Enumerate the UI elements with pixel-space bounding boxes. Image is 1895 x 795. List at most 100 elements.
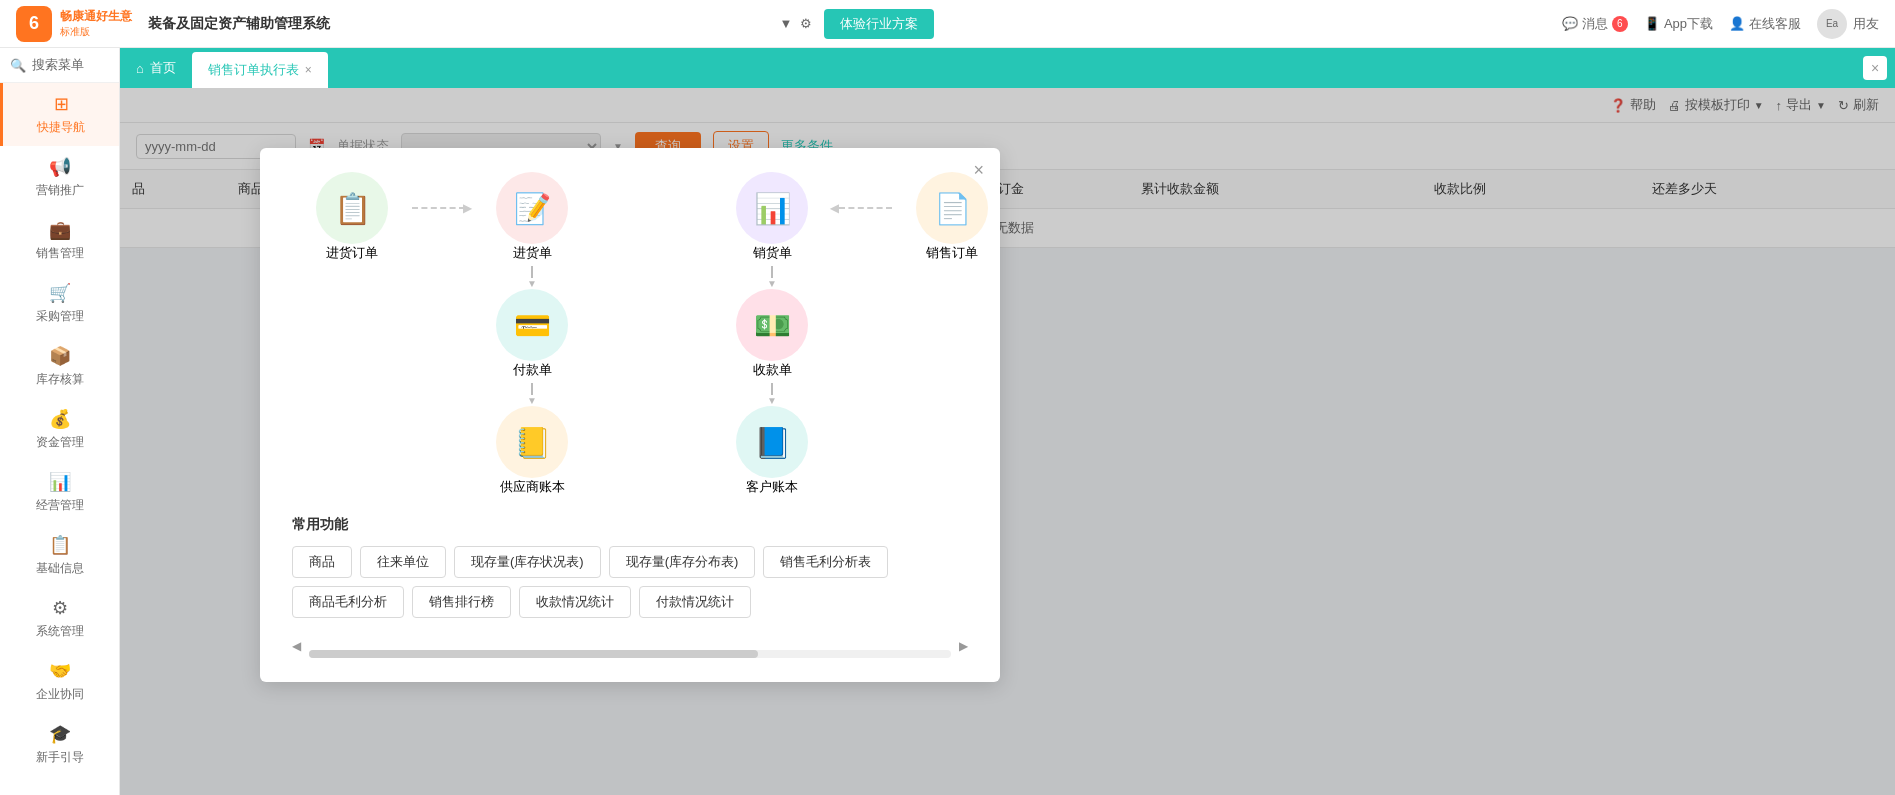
payment-bill-icon: 💳 [496, 289, 568, 361]
function-btn[interactable]: 销售排行榜 [412, 586, 511, 618]
function-btn[interactable]: 付款情况统计 [639, 586, 751, 618]
service-icon: 👤 [1729, 16, 1745, 31]
label-receipt-bill: 收款单 [712, 361, 832, 379]
purchase-order-label: 进货订单 [326, 245, 378, 260]
label-purchase-order: 进货订单 [292, 244, 412, 262]
sidebar-search[interactable]: 🔍 搜索菜单 [0, 48, 119, 83]
user-initial: Ea [1826, 18, 1838, 29]
nav-label-sales: 销售管理 [36, 245, 84, 262]
flow-row-1: 📋 ▶ 📝 [292, 172, 1012, 244]
sales-bill-label: 销货单 [753, 245, 792, 260]
supplier-ledger-node: 📒 [472, 406, 592, 478]
v-line-1 [531, 266, 533, 278]
nav-icon-purchase: 🛒 [49, 282, 71, 304]
system-title-dropdown[interactable]: ▼ [780, 16, 793, 31]
functions-title: 常用功能 [292, 516, 968, 534]
sidebar-item-sales[interactable]: 💼 销售管理 [0, 209, 119, 272]
nav-icon-finance: 💰 [49, 408, 71, 430]
flow-row-3: 📒 📘 [292, 406, 832, 478]
label-sales-bill: 销货单 [712, 244, 832, 262]
label-payment-bill: 付款单 [472, 361, 592, 379]
nav-label-basic-info: 基础信息 [36, 560, 84, 577]
sidebar-item-quick-nav[interactable]: ⊞ 快捷导航 [0, 83, 119, 146]
scroll-left-btn[interactable]: ◀ [292, 639, 301, 653]
brand-icon: 6 [16, 6, 52, 42]
flow-labels-1: 进货订单 进货单 销货单 销售订单 [292, 244, 1012, 262]
function-btn[interactable]: 往来单位 [360, 546, 446, 578]
tab-home[interactable]: ⌂ 首页 [120, 48, 192, 88]
nav-label-operations: 经营管理 [36, 497, 84, 514]
nav-icon-sales: 💼 [49, 219, 71, 241]
sidebar-item-system[interactable]: ⚙ 系统管理 [0, 587, 119, 650]
function-btn[interactable]: 现存量(库存状况表) [454, 546, 601, 578]
function-btn[interactable]: 现存量(库存分布表) [609, 546, 756, 578]
purchase-order-node: 📋 [292, 172, 412, 244]
close-all-icon: × [1871, 60, 1879, 76]
settings-icon[interactable]: ⚙ [800, 16, 812, 31]
v-line-3 [531, 383, 533, 395]
supplier-ledger-label: 供应商账本 [500, 479, 565, 494]
function-btn[interactable]: 收款情况统计 [519, 586, 631, 618]
nav-label-system: 系统管理 [36, 623, 84, 640]
sidebar-item-inventory[interactable]: 📦库存核算 [0, 335, 119, 398]
message-badge: 6 [1612, 16, 1628, 32]
nav-label-inventory: 库存核算 [36, 371, 84, 388]
brand-logo: 6 畅康通好生意 标准版 [16, 6, 132, 42]
online-service-btn[interactable]: 👤 在线客服 [1729, 15, 1801, 33]
brand-text: 畅康通好生意 标准版 [60, 8, 132, 39]
nav-icon-system: ⚙ [52, 597, 68, 619]
flow-labels-2: 付款单 收款单 [292, 361, 832, 379]
sidebar-item-newbie[interactable]: 🎓新手引导 [0, 713, 119, 776]
message-btn[interactable]: 💬 消息 6 [1562, 15, 1628, 33]
sidebar-item-basic-info[interactable]: 📋 基础信息 [0, 524, 119, 587]
sidebar-item-finance[interactable]: 💰 资金管理 [0, 398, 119, 461]
app-download-btn[interactable]: 📱 App下载 [1644, 15, 1713, 33]
sidebar-item-purchase[interactable]: 🛒采购管理 [0, 272, 119, 335]
sales-order-node: 📄 [892, 172, 1012, 244]
tab-close-icon[interactable]: × [305, 63, 312, 77]
flow-labels-3: 供应商账本 客户账本 [292, 478, 832, 496]
nav-label-quick-nav: 快捷导航 [37, 119, 85, 136]
sidebar-item-enterprise[interactable]: 🤝 企业协同 [0, 650, 119, 713]
function-btn[interactable]: 商品 [292, 546, 352, 578]
search-icon: 🔍 [10, 58, 26, 73]
message-label: 消息 [1582, 15, 1608, 33]
customer-ledger-label: 客户账本 [746, 479, 798, 494]
nav-icon-quick-nav: ⊞ [54, 93, 69, 115]
scroll-right-btn[interactable]: ▶ [959, 639, 968, 653]
user-menu[interactable]: Ea 用友 [1817, 9, 1879, 39]
payment-bill-label: 付款单 [513, 362, 552, 377]
nav-label-enterprise: 企业协同 [36, 686, 84, 703]
nav-label-marketing: 营销推广 [36, 182, 84, 199]
brand-name: 畅康通好生意 [60, 8, 132, 25]
v-line-2 [771, 266, 773, 278]
function-btn[interactable]: 商品毛利分析 [292, 586, 404, 618]
nav-label-finance: 资金管理 [36, 434, 84, 451]
nav-icon-enterprise: 🤝 [49, 660, 71, 682]
receipt-bill-label: 收款单 [753, 362, 792, 377]
v-arrow-supplier: ▼ [472, 383, 592, 406]
sidebar-nav: ⊞ 快捷导航 📢营销推广 💼 销售管理 🛒采购管理📦库存核算 💰 资金管理 📊经营管理 📋 基础信息… [0, 83, 119, 776]
label-customer-ledger: 客户账本 [712, 478, 832, 496]
customer-ledger-icon: 📘 [736, 406, 808, 478]
tab-sales-order[interactable]: 销售订单执行表 × [192, 52, 328, 88]
online-service-label: 在线客服 [1749, 15, 1801, 33]
modal-close-btn[interactable]: × [973, 160, 984, 181]
nav-icon-newbie: 🎓 [49, 723, 71, 745]
tab-close-all[interactable]: × [1863, 56, 1887, 80]
arrow-purchase: ▶ [412, 201, 472, 215]
brand-sub: 标准版 [60, 25, 132, 39]
v-arrow-receipt: ▼ [712, 266, 832, 289]
sidebar-item-operations[interactable]: 📊经营管理 [0, 461, 119, 524]
flow-diagram: 📋 ▶ 📝 [292, 172, 968, 496]
payment-bill-node: 💳 [472, 289, 592, 361]
experience-btn[interactable]: 体验行业方案 [824, 9, 934, 39]
modal-scroll-row: ◀ ▶ [292, 634, 968, 658]
sidebar-item-marketing[interactable]: 📢营销推广 [0, 146, 119, 209]
modal: × 📋 ▶ [260, 148, 1000, 682]
receipt-bill-node: 💵 [712, 289, 832, 361]
function-btn[interactable]: 销售毛利分析表 [763, 546, 888, 578]
nav-icon-basic-info: 📋 [49, 534, 71, 556]
label-sales-order: 销售订单 [892, 244, 1012, 262]
modal-scrollbar[interactable] [309, 650, 951, 658]
